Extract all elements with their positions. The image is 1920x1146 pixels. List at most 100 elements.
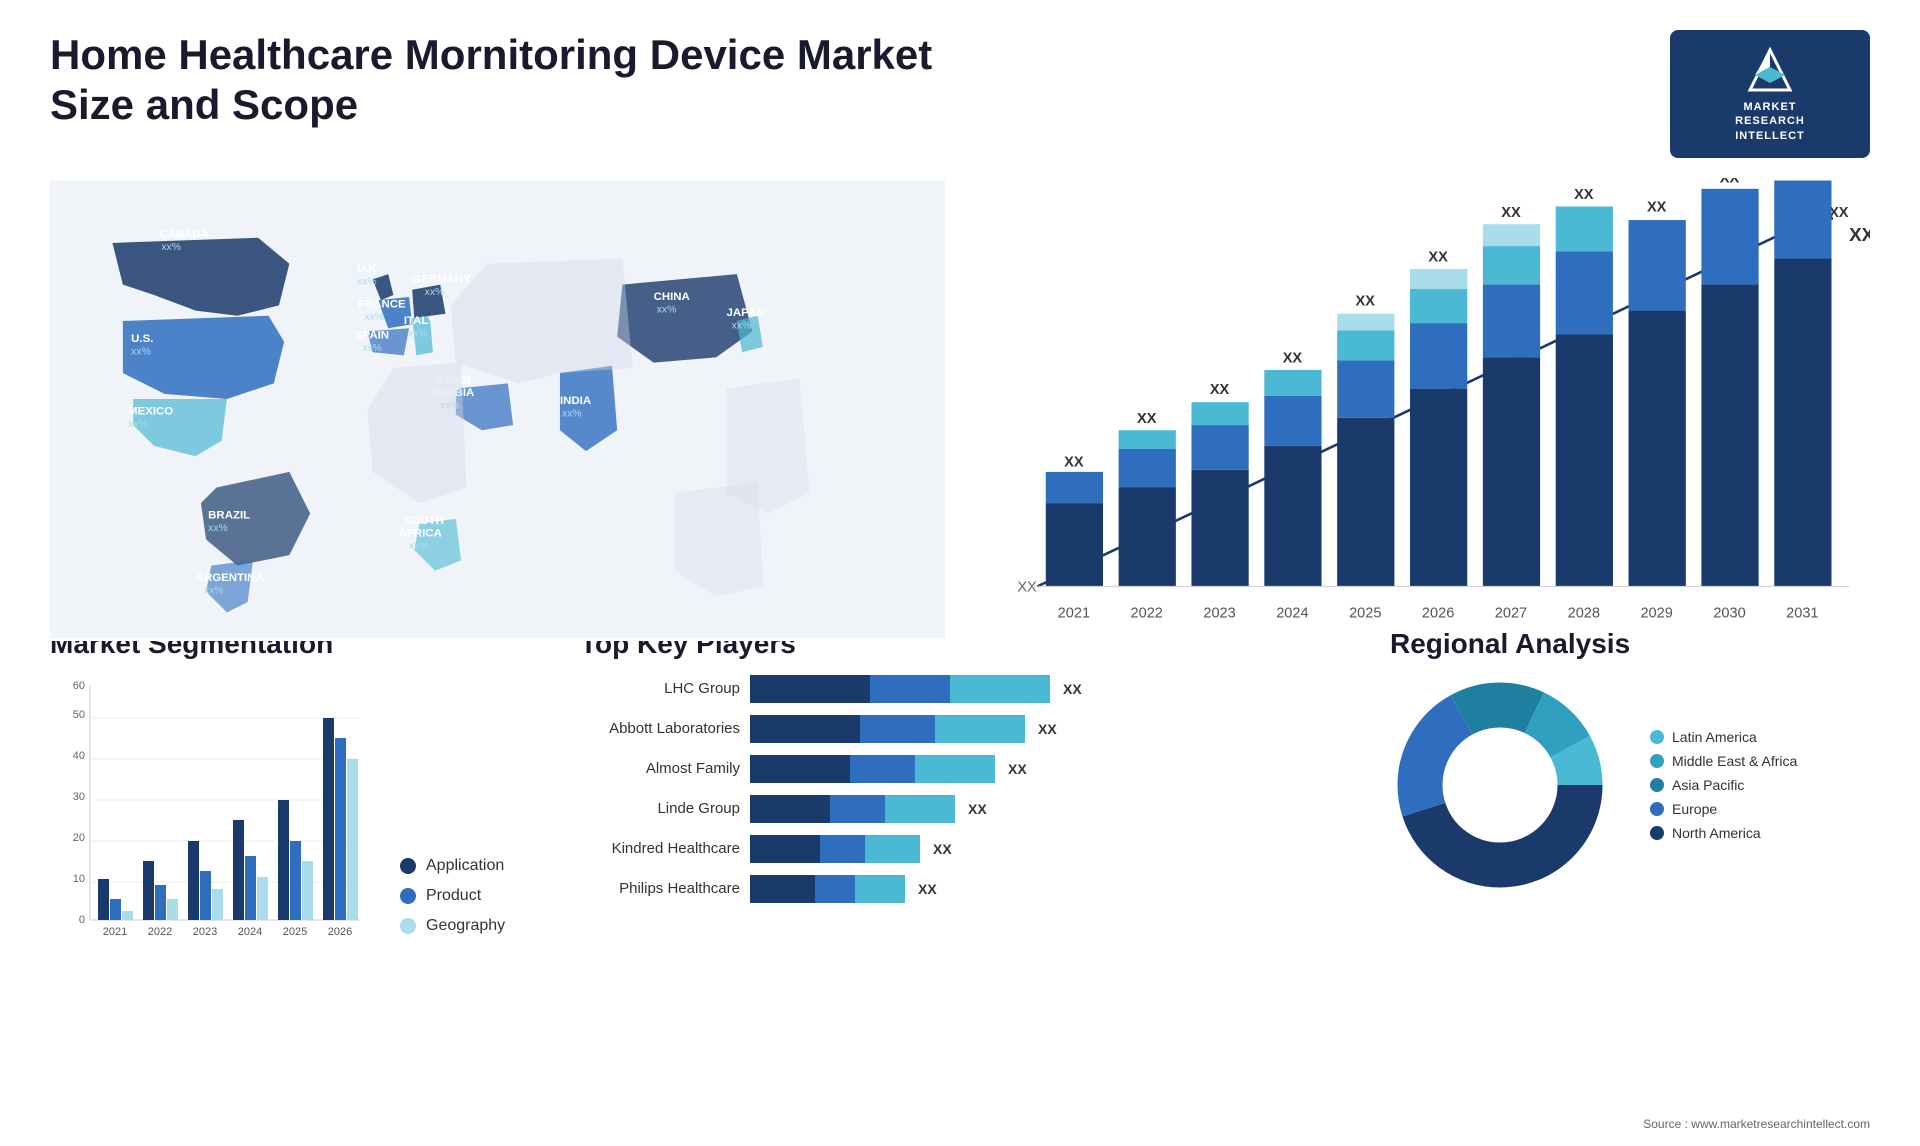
svg-text:xx%: xx%	[657, 305, 677, 316]
svg-text:0: 0	[79, 914, 85, 926]
regional-dot-latin	[1650, 730, 1664, 744]
svg-text:SPAIN: SPAIN	[355, 330, 389, 342]
svg-text:SOUTH: SOUTH	[404, 515, 444, 527]
svg-text:ITALY: ITALY	[404, 315, 436, 327]
legend-geography: Geography	[400, 917, 505, 935]
svg-text:2022: 2022	[1131, 605, 1163, 621]
svg-text:xx%: xx%	[732, 320, 752, 331]
page-container: Home Healthcare Mornitoring Device Marke…	[0, 0, 1920, 1146]
svg-text:60: 60	[73, 680, 85, 692]
player-bar-visual-abbott	[750, 715, 1025, 743]
svg-text:2024: 2024	[1276, 605, 1308, 621]
players-col: Top Key Players LHC Group XX Ab	[580, 628, 1360, 955]
svg-text:2024: 2024	[238, 926, 262, 938]
player-name-lhc: LHC Group	[580, 680, 740, 697]
svg-text:2026: 2026	[1422, 605, 1454, 621]
logo-icon	[1745, 45, 1795, 95]
page-title: Home Healthcare Mornitoring Device Marke…	[50, 30, 950, 131]
regional-label-apac: Asia Pacific	[1672, 777, 1744, 793]
players-container: LHC Group XX Abbott Laboratories	[580, 675, 1360, 915]
player-value-lhc: XX	[1063, 681, 1082, 697]
svg-text:XX: XX	[1017, 579, 1037, 595]
svg-text:2023: 2023	[193, 926, 217, 938]
svg-text:XX: XX	[1428, 250, 1448, 266]
source-text: Source : www.marketresearchintellect.com	[1643, 1117, 1870, 1131]
svg-text:XX: XX	[1720, 178, 1740, 187]
svg-text:ARGENTINA: ARGENTINA	[196, 572, 264, 584]
player-bar-visual-almost	[750, 755, 995, 783]
svg-text:xx%: xx%	[362, 343, 382, 354]
svg-text:AFRICA: AFRICA	[399, 527, 442, 539]
svg-text:CANADA: CANADA	[159, 229, 209, 241]
regional-label-mea: Middle East & Africa	[1672, 753, 1797, 769]
regional-north-america: North America	[1650, 825, 1797, 841]
svg-text:XX: XX	[1501, 205, 1521, 221]
world-map: CANADA xx% U.S. xx% MEXICO xx% BRAZIL xx…	[50, 178, 945, 641]
regional-label-na: North America	[1672, 825, 1761, 841]
player-value-linde: XX	[968, 801, 987, 817]
svg-text:JAPAN: JAPAN	[726, 307, 764, 319]
player-bar-linde: XX	[750, 795, 1360, 823]
svg-text:xx%: xx%	[425, 287, 445, 298]
svg-text:xx%: xx%	[128, 419, 148, 430]
svg-text:2025: 2025	[1349, 605, 1381, 621]
player-name-kindred: Kindred Healthcare	[580, 840, 740, 857]
player-bar-visual-kindred	[750, 835, 920, 863]
legend-dot-application	[400, 858, 416, 874]
regional-asia-pacific: Asia Pacific	[1650, 777, 1797, 793]
header: Home Healthcare Mornitoring Device Marke…	[50, 30, 1870, 158]
regional-latin-america: Latin America	[1650, 729, 1797, 745]
svg-text:XX: XX	[1210, 382, 1230, 398]
svg-text:XX: XX	[1849, 224, 1870, 245]
seg-chart: 0 10 20 30 40 50 60	[50, 675, 370, 955]
player-value-kindred: XX	[933, 841, 952, 857]
segmentation-col: Market Segmentation 0 10 20 30 40 50 60	[50, 628, 550, 955]
legend-label-geography: Geography	[426, 917, 505, 935]
regional-label-europe: Europe	[1672, 801, 1717, 817]
svg-text:xx%: xx%	[357, 276, 377, 287]
player-bar-almost: XX	[750, 755, 1360, 783]
svg-text:50: 50	[73, 709, 85, 721]
regional-label-latin: Latin America	[1672, 729, 1757, 745]
player-value-philips: XX	[918, 881, 937, 897]
svg-text:CHINA: CHINA	[654, 291, 690, 303]
svg-text:xx%: xx%	[408, 328, 428, 339]
svg-text:FRANCE: FRANCE	[358, 298, 406, 310]
svg-text:XX: XX	[1137, 411, 1157, 427]
logo-text: MARKET RESEARCH INTELLECT	[1735, 100, 1805, 143]
player-row-almost: Almost Family XX	[580, 755, 1360, 783]
player-bar-visual-philips	[750, 875, 905, 903]
player-bar-philips: XX	[750, 875, 1360, 903]
regional-col: Regional Analysis	[1390, 628, 1870, 955]
legend-product: Product	[400, 887, 505, 905]
regional-legend: Latin America Middle East & Africa Asia …	[1650, 729, 1797, 841]
svg-text:2030: 2030	[1713, 605, 1745, 621]
svg-text:2021: 2021	[1058, 605, 1090, 621]
player-bar-lhc: XX	[750, 675, 1360, 703]
player-bar-visual-lhc	[750, 675, 1050, 703]
svg-text:30: 30	[73, 791, 85, 803]
svg-text:xx%: xx%	[562, 409, 582, 420]
player-row-linde: Linde Group XX	[580, 795, 1360, 823]
svg-text:2021: 2021	[103, 926, 127, 938]
regional-dot-europe	[1650, 802, 1664, 816]
regional-middle-east: Middle East & Africa	[1650, 753, 1797, 769]
bar-chart: XX XX XX 2021 XX 2022 XX	[975, 178, 1870, 641]
player-bar-visual-linde	[750, 795, 955, 823]
regional-dot-mea	[1650, 754, 1664, 768]
svg-text:GERMANY: GERMANY	[412, 273, 471, 285]
player-row-kindred: Kindred Healthcare XX	[580, 835, 1360, 863]
legend-label-product: Product	[426, 887, 481, 905]
svg-text:XX: XX	[1829, 205, 1849, 221]
bar-chart-section: XX XX XX 2021 XX 2022 XX	[975, 178, 1870, 641]
player-name-philips: Philips Healthcare	[580, 880, 740, 897]
logo-area: MARKET RESEARCH INTELLECT	[1670, 30, 1870, 158]
regional-europe: Europe	[1650, 801, 1797, 817]
svg-text:BRAZIL: BRAZIL	[208, 510, 250, 522]
player-bar-abbott: XX	[750, 715, 1360, 743]
svg-text:2028: 2028	[1568, 605, 1600, 621]
legend-dot-geography	[400, 918, 416, 934]
player-bar-kindred: XX	[750, 835, 1360, 863]
svg-text:40: 40	[73, 750, 85, 762]
svg-text:MEXICO: MEXICO	[128, 406, 173, 418]
